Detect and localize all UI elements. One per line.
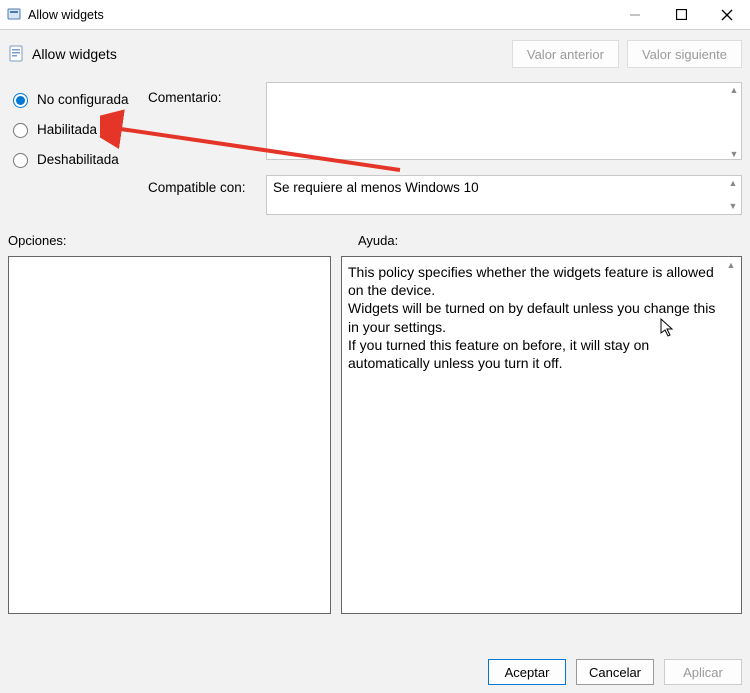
radio-enabled[interactable]: Habilitada <box>8 114 140 144</box>
radio-enabled-label: Habilitada <box>37 122 97 137</box>
supported-value: Se requiere al menos Windows 10 <box>273 180 479 195</box>
supported-label: Compatible con: <box>148 172 258 202</box>
state-radio-group: No configurada Habilitada Deshabilitada <box>8 82 140 215</box>
apply-button[interactable]: Aplicar <box>664 659 742 685</box>
radio-disabled[interactable]: Deshabilitada <box>8 144 140 174</box>
previous-setting-button[interactable]: Valor anterior <box>512 40 619 68</box>
radio-not-configured-label: No configurada <box>37 92 129 107</box>
window-title: Allow widgets <box>28 8 612 22</box>
app-icon <box>6 7 22 23</box>
policy-title: Allow widgets <box>32 46 504 62</box>
next-setting-button[interactable]: Valor siguiente <box>627 40 742 68</box>
scroll-up-icon[interactable]: ▲ <box>728 86 740 95</box>
help-pane: This policy specifies whether the widget… <box>341 256 742 614</box>
policy-icon <box>8 45 26 63</box>
minimize-button[interactable] <box>612 0 658 30</box>
policy-header: Allow widgets Valor anterior Valor sigui… <box>8 30 742 78</box>
scroll-up-icon[interactable]: ▲ <box>727 179 739 188</box>
comment-textarea[interactable] <box>266 82 742 160</box>
radio-disabled-label: Deshabilitada <box>37 152 119 167</box>
help-text: This policy specifies whether the widget… <box>348 264 719 371</box>
scroll-down-icon[interactable]: ▼ <box>727 202 739 211</box>
options-pane <box>8 256 331 614</box>
close-button[interactable] <box>704 0 750 30</box>
help-label: Ayuda: <box>358 233 398 248</box>
supported-box: Se requiere al menos Windows 10 ▲ ▼ <box>266 175 742 215</box>
dialog-buttons: Aceptar Cancelar Aplicar <box>8 645 742 685</box>
scroll-down-icon[interactable]: ▼ <box>728 150 740 159</box>
ok-button[interactable]: Aceptar <box>488 659 566 685</box>
maximize-button[interactable] <box>658 0 704 30</box>
radio-enabled-input[interactable] <box>13 123 28 138</box>
comment-label: Comentario: <box>148 82 258 112</box>
scroll-up-icon[interactable]: ▲ <box>725 261 737 270</box>
cancel-button[interactable]: Cancelar <box>576 659 654 685</box>
radio-not-configured[interactable]: No configurada <box>8 84 140 114</box>
radio-not-configured-input[interactable] <box>13 93 28 108</box>
options-label: Opciones: <box>8 233 348 248</box>
title-bar: Allow widgets <box>0 0 750 30</box>
radio-disabled-input[interactable] <box>13 153 28 168</box>
